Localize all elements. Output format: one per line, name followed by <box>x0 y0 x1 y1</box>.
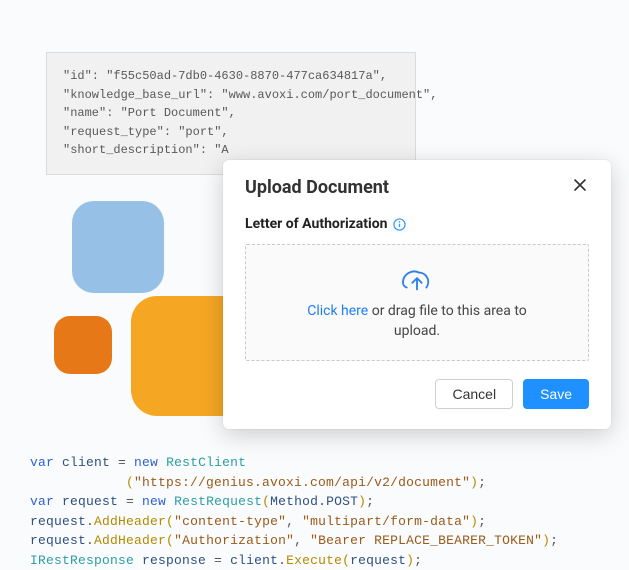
ident: request <box>30 533 86 548</box>
kw-new: new <box>142 494 166 509</box>
paren: ( <box>126 475 134 490</box>
dot: . <box>278 553 286 568</box>
arg: request <box>350 553 406 568</box>
info-icon[interactable] <box>393 218 406 231</box>
kw-var: var <box>30 455 54 470</box>
type: IRestResponse <box>30 553 134 568</box>
paren: ) <box>542 533 550 548</box>
cloud-upload-icon <box>398 265 436 295</box>
semi: ; <box>366 494 374 509</box>
json-snippet-card: "id": "f55c50ad-7db0-4630-8870-477ca6348… <box>46 52 416 175</box>
modal-footer: Cancel Save <box>223 361 611 429</box>
json-line: "id": "f55c50ad-7db0-4630-8870-477ca6348… <box>63 67 399 86</box>
paren: ( <box>166 514 174 529</box>
ident: request <box>30 514 86 529</box>
ident: client <box>230 553 278 568</box>
section-label-row: Letter of Authorization <box>245 216 589 232</box>
paren: ) <box>406 553 414 568</box>
upload-document-modal: Upload Document Letter of Authorization … <box>223 160 611 429</box>
paren: ( <box>342 553 350 568</box>
dropzone-text: Click here or drag file to this area to … <box>307 301 527 342</box>
save-button[interactable]: Save <box>523 379 589 409</box>
method: Execute <box>286 553 342 568</box>
json-line: "request_type": "port", <box>63 123 399 142</box>
decorative-square-blue <box>72 201 164 293</box>
semi: ; <box>478 514 486 529</box>
op: = <box>214 553 230 568</box>
cancel-button[interactable]: Cancel <box>435 379 513 409</box>
paren: ) <box>470 475 478 490</box>
modal-body: Letter of Authorization Click here or dr… <box>223 210 611 361</box>
method: AddHeader <box>94 533 166 548</box>
modal-header: Upload Document <box>223 160 611 210</box>
comma: , <box>294 533 310 548</box>
semi: ; <box>414 553 422 568</box>
op: = <box>126 494 142 509</box>
paren: ) <box>358 494 366 509</box>
code-snippet: var client = new RestClient ("https://ge… <box>30 453 558 570</box>
dot: . <box>86 514 94 529</box>
dropzone-rest: or drag file to this area to upload. <box>368 303 527 339</box>
decorative-square-orange <box>54 316 112 374</box>
type: RestClient <box>158 455 246 470</box>
ident: client <box>54 455 118 470</box>
section-label: Letter of Authorization <box>245 216 387 232</box>
comma: , <box>286 514 302 529</box>
type: RestRequest <box>166 494 262 509</box>
modal-title: Upload Document <box>245 177 389 198</box>
close-button[interactable] <box>567 174 593 200</box>
method: AddHeader <box>94 514 166 529</box>
string: "multipart/form-data" <box>302 514 470 529</box>
paren: ( <box>166 533 174 548</box>
kw-var: var <box>30 494 54 509</box>
string: "content-type" <box>174 514 286 529</box>
arg: Method.POST <box>270 494 358 509</box>
file-dropzone[interactable]: Click here or drag file to this area to … <box>245 244 589 361</box>
ident: response <box>134 553 214 568</box>
dot: . <box>86 533 94 548</box>
json-line: "name": "Port Document", <box>63 104 399 123</box>
op: = <box>118 455 134 470</box>
ident: request <box>54 494 126 509</box>
string: "https://genius.avoxi.com/api/v2/documen… <box>134 475 470 490</box>
string: "Authorization" <box>174 533 294 548</box>
kw-new: new <box>134 455 158 470</box>
click-here-link[interactable]: Click here <box>307 303 368 319</box>
close-icon <box>572 176 588 199</box>
string: "Bearer REPLACE_BEARER_TOKEN" <box>310 533 542 548</box>
json-line: "knowledge_base_url": "www.avoxi.com/por… <box>63 86 399 105</box>
paren: ) <box>470 514 478 529</box>
json-line: "short_description": "A <box>63 141 399 160</box>
semi: ; <box>550 533 558 548</box>
semi: ; <box>478 475 486 490</box>
paren: ( <box>262 494 270 509</box>
